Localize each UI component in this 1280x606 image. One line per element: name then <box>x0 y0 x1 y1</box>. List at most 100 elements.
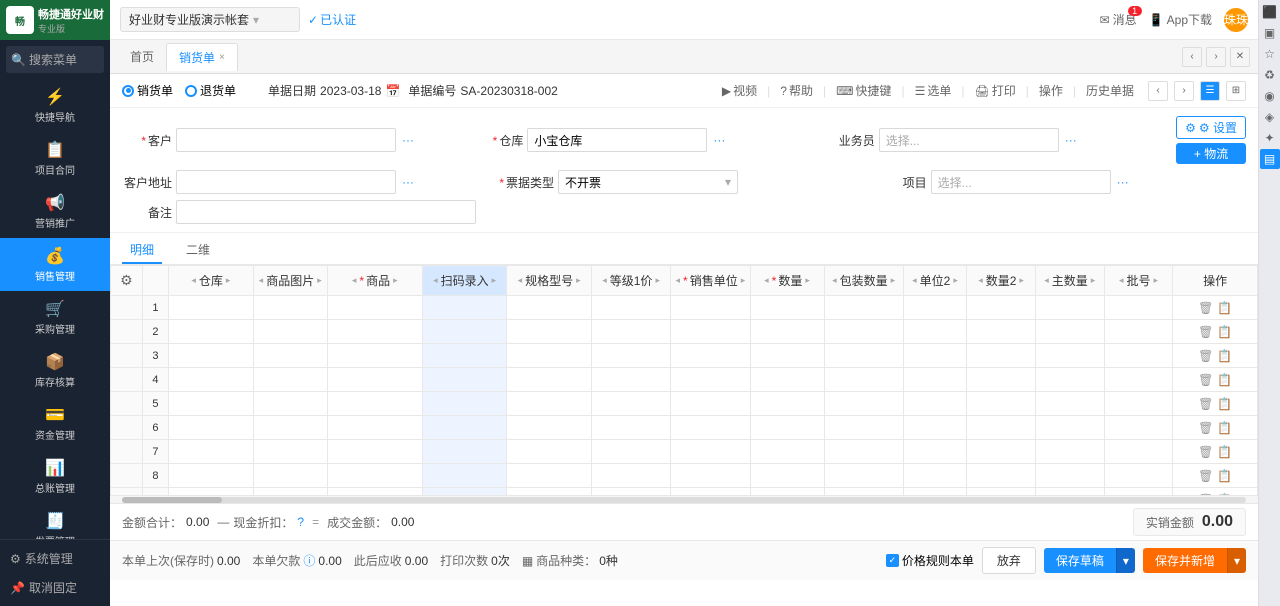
row-product-img-cell[interactable] <box>253 488 327 496</box>
right-panel-icon-4[interactable]: ♻ <box>1260 65 1280 85</box>
print-button[interactable]: 🖨 打印 <box>970 80 1019 101</box>
row-barcode-cell[interactable] <box>422 368 507 392</box>
customer-input[interactable] <box>176 128 396 152</box>
row-price1-cell[interactable] <box>591 392 670 416</box>
row-price1-cell[interactable] <box>591 320 670 344</box>
row-product-img-cell[interactable] <box>253 416 327 440</box>
row-barcode-cell[interactable] <box>422 464 507 488</box>
row-batch-cell[interactable] <box>1104 344 1173 368</box>
table-scroll-area[interactable]: ⚙ ◂ 仓库 ▸ ◂ <box>110 265 1258 495</box>
row-price1-cell[interactable] <box>591 344 670 368</box>
operate-button[interactable]: 操作 <box>1035 80 1067 101</box>
row-sales-unit-cell[interactable] <box>671 440 750 464</box>
row-operate-cell[interactable]: 🗑 📋 <box>1173 488 1258 496</box>
row-quantity-cell[interactable] <box>750 416 824 440</box>
row-sales-unit-cell[interactable] <box>671 488 750 496</box>
tab-2d[interactable]: 二维 <box>178 237 218 264</box>
row-product-img-cell[interactable] <box>253 368 327 392</box>
row-warehouse-cell[interactable] <box>169 296 254 320</box>
row-pack-qty-cell[interactable] <box>824 488 903 496</box>
staff-dots-button[interactable]: ··· <box>1065 133 1077 147</box>
row-product-img-cell[interactable] <box>253 392 327 416</box>
col-main-qty-header[interactable]: ◂ 主数量 ▸ <box>1035 266 1104 296</box>
tab-close-button[interactable]: × <box>219 52 225 63</box>
row-product-img-cell[interactable] <box>253 296 327 320</box>
project-dots-button[interactable]: ··· <box>1117 175 1129 189</box>
row-spec-cell[interactable] <box>507 368 592 392</box>
col-settings-header[interactable]: ⚙ <box>111 266 143 296</box>
row-quantity-cell[interactable] <box>750 488 824 496</box>
row-price1-cell[interactable] <box>591 464 670 488</box>
row-spec-cell[interactable] <box>507 392 592 416</box>
row-product-img-cell[interactable] <box>253 464 327 488</box>
row-barcode-cell[interactable] <box>422 344 507 368</box>
sidebar-item-invoice[interactable]: 🧾 发票管理 <box>0 503 110 539</box>
row-main-qty-cell[interactable] <box>1035 488 1104 496</box>
row-unit2-cell[interactable] <box>903 344 966 368</box>
warehouse-dots-button[interactable]: ··· <box>713 133 725 147</box>
row-product-cell[interactable] <box>327 392 422 416</box>
tab-next-button[interactable]: › <box>1206 47 1226 67</box>
row-barcode-cell[interactable] <box>422 488 507 496</box>
row-copy-icon[interactable]: 📋 <box>1217 301 1232 315</box>
row-product-cell[interactable] <box>327 320 422 344</box>
right-panel-icon-7[interactable]: ✦ <box>1260 128 1280 148</box>
row-spec-cell[interactable] <box>507 416 592 440</box>
row-unit2-cell[interactable] <box>903 368 966 392</box>
row-unit2-cell[interactable] <box>903 320 966 344</box>
row-main-qty-cell[interactable] <box>1035 416 1104 440</box>
row-qty2-cell[interactable] <box>967 392 1036 416</box>
row-quantity-cell[interactable] <box>750 392 824 416</box>
search-menu-button[interactable]: 🔍 搜索菜单 <box>6 46 104 73</box>
app-download-button[interactable]: 📱 App下载 <box>1149 11 1212 28</box>
col-price1-header[interactable]: ◂ 等级1价 ▸ <box>591 266 670 296</box>
right-panel-icon-2[interactable]: ▣ <box>1260 23 1280 43</box>
row-pack-qty-cell[interactable] <box>824 416 903 440</box>
history-prev-button[interactable]: ‹ <box>1148 81 1168 101</box>
view-grid-button[interactable]: ⊞ <box>1226 81 1246 101</box>
row-delete-icon[interactable]: 🗑 <box>1198 445 1213 459</box>
save-draft-button[interactable]: 保存草稿 <box>1044 548 1116 573</box>
row-operate-cell[interactable]: 🗑 📋 <box>1173 344 1258 368</box>
row-barcode-cell[interactable] <box>422 320 507 344</box>
row-main-qty-cell[interactable] <box>1035 320 1104 344</box>
row-price1-cell[interactable] <box>591 440 670 464</box>
shortcut-button[interactable]: ⌨ 快捷键 <box>832 80 895 101</box>
row-pack-qty-cell[interactable] <box>824 320 903 344</box>
row-batch-cell[interactable] <box>1104 464 1173 488</box>
col-barcode-header[interactable]: ◂ 扫码录入 ▸ <box>422 266 507 296</box>
radio-sale[interactable]: 销货单 <box>122 82 173 99</box>
row-spec-cell[interactable] <box>507 344 592 368</box>
row-batch-cell[interactable] <box>1104 488 1173 496</box>
address-input[interactable] <box>176 170 396 194</box>
row-main-qty-cell[interactable] <box>1035 440 1104 464</box>
save-draft-dropdown-button[interactable]: ▾ <box>1116 548 1135 573</box>
col-qty2-header[interactable]: ◂ 数量2 ▸ <box>967 266 1036 296</box>
tab-prev-button[interactable]: ‹ <box>1182 47 1202 67</box>
row-pack-qty-cell[interactable] <box>824 464 903 488</box>
row-unit2-cell[interactable] <box>903 488 966 496</box>
setup-button[interactable]: ⚙ ⚙ 设置 <box>1176 116 1246 139</box>
row-operate-cell[interactable]: 🗑 📋 <box>1173 392 1258 416</box>
address-dots-button[interactable]: ··· <box>402 175 414 189</box>
row-delete-icon[interactable]: 🗑 <box>1198 469 1213 483</box>
row-main-qty-cell[interactable] <box>1035 464 1104 488</box>
right-panel-icon-1[interactable]: ⬛ <box>1260 2 1280 22</box>
staff-input[interactable]: 选择... <box>879 128 1059 152</box>
sidebar-item-accounting[interactable]: 📊 总账管理 <box>0 450 110 503</box>
project-input[interactable]: 选择... <box>931 170 1111 194</box>
row-main-qty-cell[interactable] <box>1035 344 1104 368</box>
tab-sales-order[interactable]: 销货单 × <box>166 43 238 71</box>
row-operate-cell[interactable]: 🗑 📋 <box>1173 464 1258 488</box>
row-barcode-cell[interactable] <box>422 296 507 320</box>
price-check-checkbox[interactable]: ✓ <box>886 554 899 567</box>
sidebar-item-finance[interactable]: 💳 资金管理 <box>0 397 110 450</box>
row-delete-icon[interactable]: 🗑 <box>1198 349 1213 363</box>
row-qty2-cell[interactable] <box>967 464 1036 488</box>
row-qty2-cell[interactable] <box>967 320 1036 344</box>
row-warehouse-cell[interactable] <box>169 344 254 368</box>
row-delete-icon[interactable]: 🗑 <box>1198 421 1213 435</box>
row-quantity-cell[interactable] <box>750 296 824 320</box>
row-price1-cell[interactable] <box>591 488 670 496</box>
row-sales-unit-cell[interactable] <box>671 464 750 488</box>
